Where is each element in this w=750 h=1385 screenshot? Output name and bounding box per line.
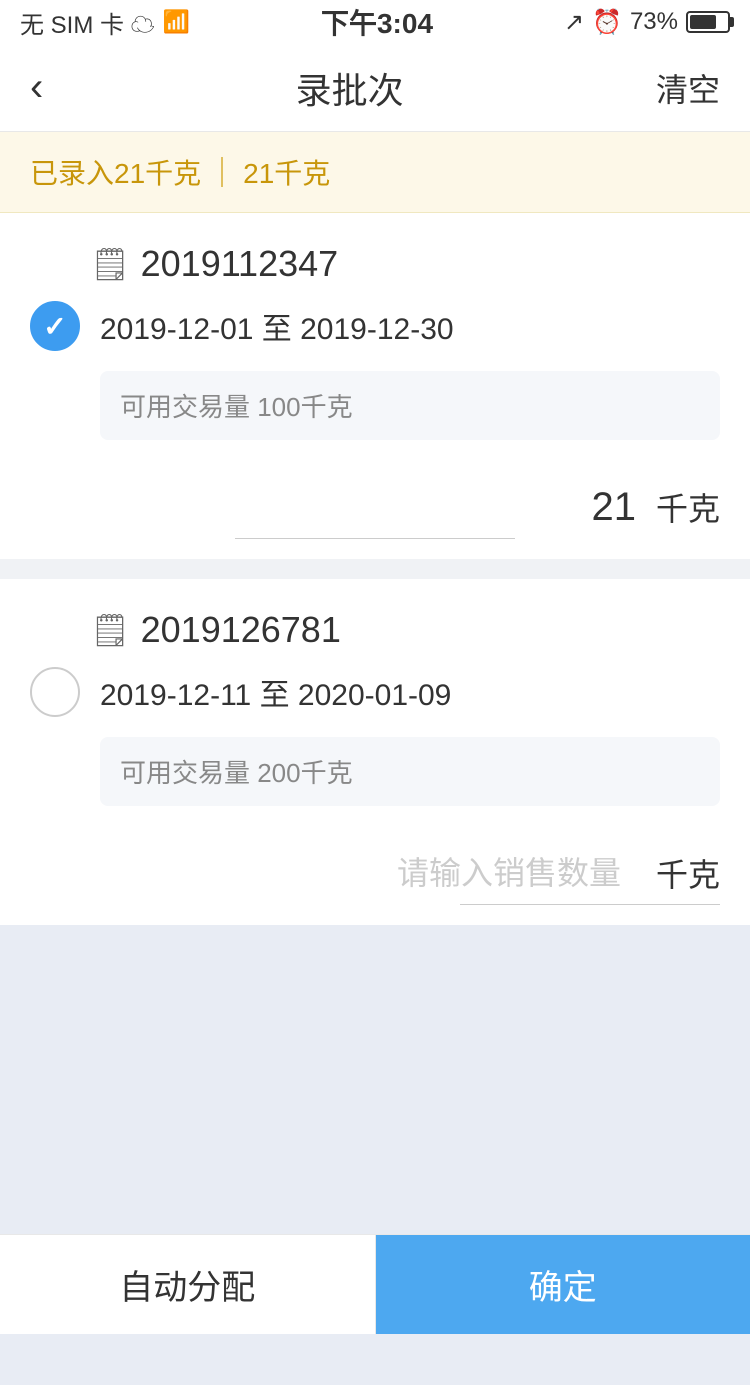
- battery-icon: [686, 11, 730, 33]
- batch1-date: 2019-12-01 至 2019-12-30: [100, 304, 454, 348]
- recorded-amount: 已录入21千克: [30, 152, 201, 192]
- batch1-radio[interactable]: [30, 301, 80, 351]
- alarm-icon: ⏰: [592, 8, 622, 37]
- status-left: 无 SIM 卡 ☁ 📶: [20, 5, 190, 40]
- batch2-date-row[interactable]: 2019-12-11 至 2020-01-09: [30, 667, 720, 717]
- info-banner: 已录入21千克 21千克: [0, 132, 750, 213]
- info-divider: [221, 157, 223, 187]
- batch2-date: 2019-12-11 至 2020-01-09: [100, 670, 451, 714]
- auto-distribute-button[interactable]: 自动分配: [0, 1235, 376, 1334]
- batch1-icon: 🗒: [90, 245, 131, 283]
- batch1-header: 🗒 2019112347: [30, 243, 720, 285]
- battery-percent: 73%: [630, 8, 678, 36]
- wifi-icon: 📶: [163, 9, 190, 35]
- clear-button[interactable]: 清空: [656, 65, 720, 111]
- batch2-unit: 千克: [656, 850, 720, 896]
- nav-bar: ‹ 录批次 清空: [0, 44, 750, 132]
- status-time: 下午3:04: [321, 2, 433, 42]
- batch1-amount-value: 21: [591, 485, 636, 530]
- batch2-card: 🗒 2019126781 2019-12-11 至 2020-01-09 可用交…: [0, 579, 750, 826]
- total-amount: 21千克: [243, 152, 330, 192]
- batch2-input-underline: [460, 904, 720, 905]
- batch1-divider: [235, 538, 515, 539]
- batch2-quantity-input[interactable]: [336, 855, 636, 892]
- batch1-date-row[interactable]: 2019-12-01 至 2019-12-30: [30, 301, 720, 351]
- batch2-available: 可用交易量 200千克: [100, 737, 720, 806]
- batch1-id: 2019112347: [141, 243, 339, 285]
- batch2-icon: 🗒: [90, 611, 131, 649]
- batch1-available: 可用交易量 100千克: [100, 371, 720, 440]
- batch1-card: 🗒 2019112347 2019-12-01 至 2019-12-30 可用交…: [0, 213, 750, 460]
- section-separator: [0, 559, 750, 579]
- batch2-id: 2019126781: [141, 609, 341, 651]
- footer: 自动分配 确定: [0, 1234, 750, 1334]
- location-icon: ↗: [564, 8, 584, 37]
- batch2-radio[interactable]: [30, 667, 80, 717]
- batch1-amount-unit: 千克: [656, 484, 720, 530]
- confirm-button[interactable]: 确定: [376, 1235, 750, 1334]
- batch2-header: 🗒 2019126781: [30, 609, 720, 651]
- page-title: 录批次: [296, 62, 404, 114]
- status-bar: 无 SIM 卡 ☁ 📶 下午3:04 ↗ ⏰ 73%: [0, 0, 750, 44]
- status-right: ↗ ⏰ 73%: [564, 8, 730, 37]
- sim-label: 无 SIM 卡 ☁: [20, 5, 155, 40]
- back-button[interactable]: ‹: [30, 65, 43, 110]
